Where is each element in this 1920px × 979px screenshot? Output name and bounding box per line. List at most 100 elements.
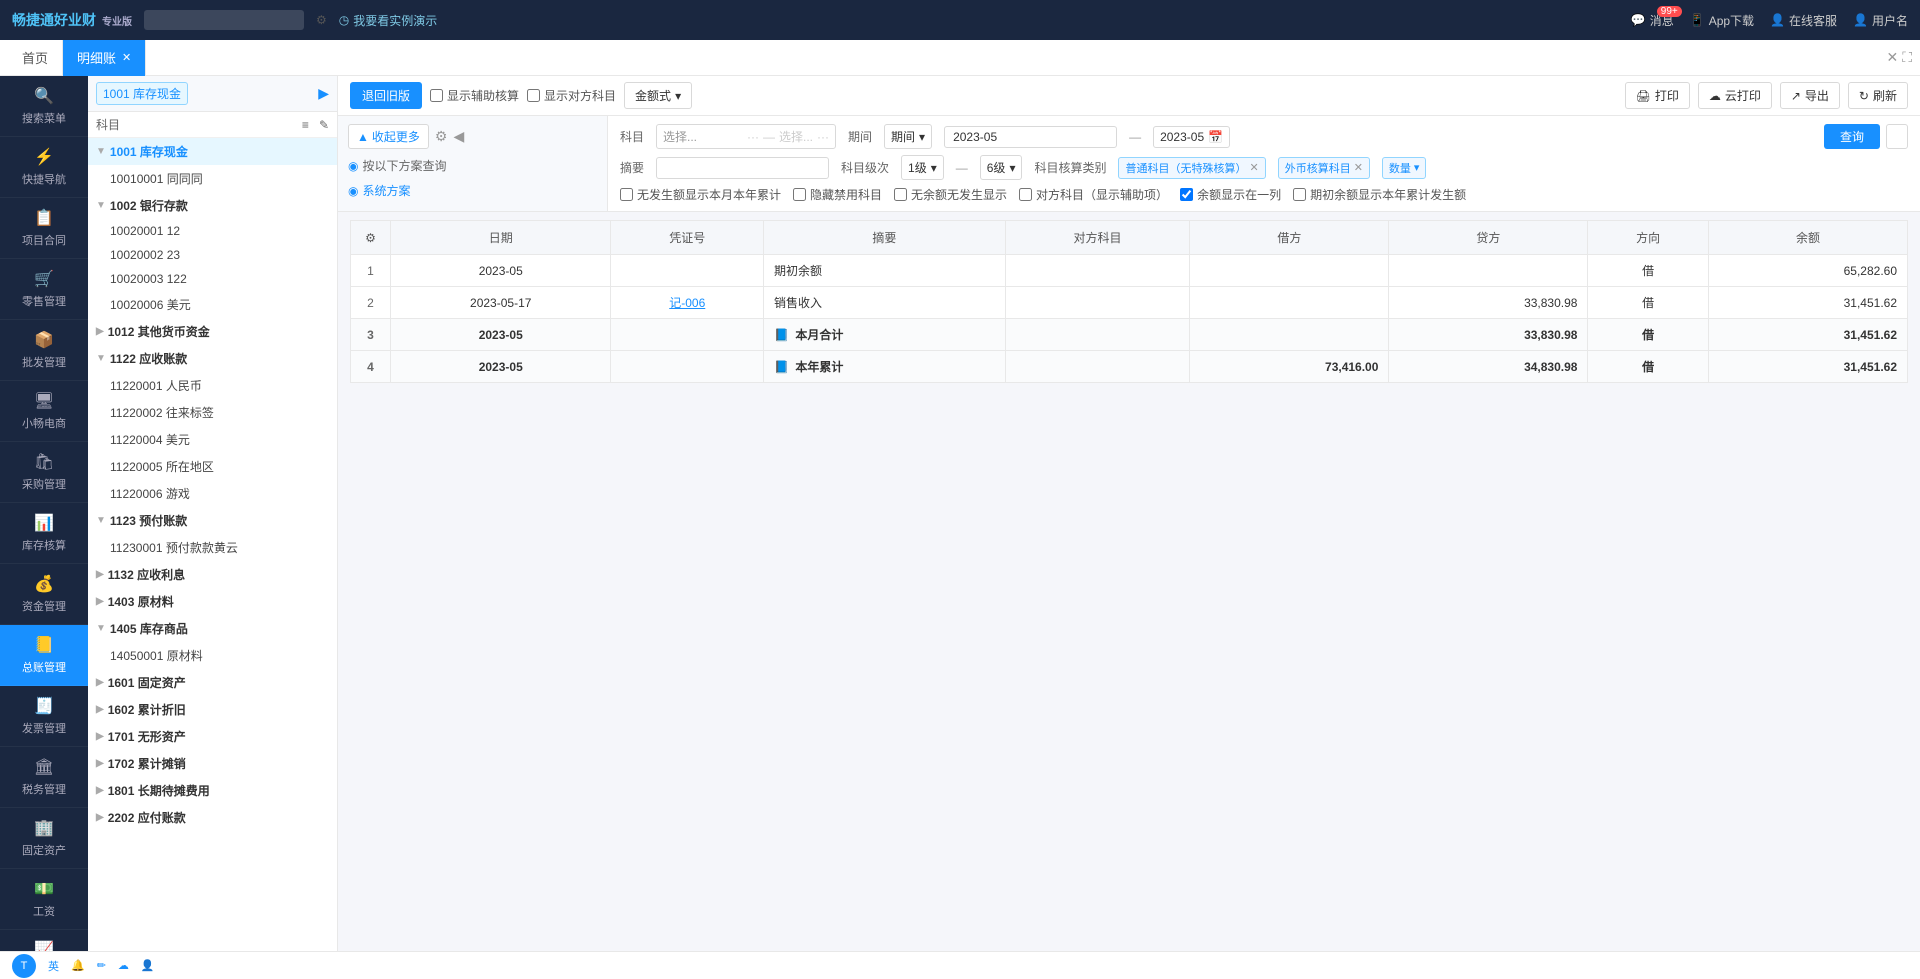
tree-item-1012[interactable]: ▶ 1012 其他货币资金 bbox=[88, 318, 337, 345]
show-aux-checkbox[interactable] bbox=[430, 89, 443, 102]
tab-bar: 首页 明细账 ✕ ✕ ⛶ bbox=[0, 40, 1920, 76]
tag-close-normal[interactable]: ✕ bbox=[1249, 161, 1258, 174]
app-download-btn[interactable]: 📱 App下载 bbox=[1690, 12, 1754, 29]
translate-btn[interactable]: T bbox=[12, 954, 36, 978]
cloud-sync-icon[interactable]: ☁ bbox=[118, 959, 129, 972]
checkbox-balance-one-col-input[interactable] bbox=[1180, 188, 1193, 201]
tree-item-11220004[interactable]: 11220004 美元 bbox=[88, 426, 337, 453]
tree-item-1123[interactable]: ▼ 1123 预付账款 bbox=[88, 507, 337, 534]
sidebar-item-finance[interactable]: 💰 资金管理 bbox=[0, 564, 88, 625]
query-btn[interactable]: 查询 bbox=[1824, 124, 1880, 149]
col-debit: 借方 bbox=[1190, 221, 1389, 255]
tab-home[interactable]: 首页 bbox=[8, 40, 63, 76]
expand-more-btn[interactable]: ▲ 收起更多 bbox=[348, 124, 429, 149]
messages-btn[interactable]: 💬 消息 99+ bbox=[1631, 12, 1674, 29]
notification-icon[interactable]: 🔔 bbox=[71, 959, 85, 972]
user-avatar[interactable]: 👤 用户名 bbox=[1853, 12, 1908, 29]
sidebar-item-inventory[interactable]: 📊 库存核算 bbox=[0, 503, 88, 564]
tree-header-list-icon[interactable]: ≡ bbox=[302, 118, 309, 132]
tree-item-11220006[interactable]: 11220006 游戏 bbox=[88, 480, 337, 507]
sidebar-item-tax[interactable]: 🏛 税务管理 bbox=[0, 747, 88, 808]
sidebar-item-quick-nav[interactable]: ⚡ 快捷导航 bbox=[0, 137, 88, 198]
tree-item-1601[interactable]: ▶ 1601 固定资产 bbox=[88, 669, 337, 696]
period-type-select[interactable]: 期间 ▾ bbox=[884, 124, 932, 149]
tree-item-1801[interactable]: ▶ 1801 长期待摊费用 bbox=[88, 777, 337, 804]
level-start-select[interactable]: 1级 ▾ bbox=[901, 155, 944, 180]
format-btn[interactable]: 金额式 ▾ bbox=[624, 82, 692, 109]
setting-btn[interactable] bbox=[1886, 124, 1908, 149]
tree-item-11220001[interactable]: 11220001 人民币 bbox=[88, 372, 337, 399]
sidebar-item-search[interactable]: 🔍 搜索菜单 bbox=[0, 76, 88, 137]
tree-item-1002[interactable]: ▼ 1002 银行存款 bbox=[88, 192, 337, 219]
refresh-btn[interactable]: ↻ 刷新 bbox=[1848, 82, 1908, 109]
checkbox-contra-input[interactable] bbox=[1019, 188, 1032, 201]
print-btn[interactable]: 🖨 打印 bbox=[1625, 82, 1690, 109]
tab-close-icon[interactable]: ✕ bbox=[122, 51, 131, 64]
subject-input[interactable]: 选择... ··· — 选择... ··· bbox=[656, 124, 836, 149]
end-date-input[interactable]: 2023-05 📅 bbox=[1153, 126, 1230, 148]
demo-link[interactable]: ◷ 我要看实例演示 bbox=[339, 12, 438, 29]
sidebar-item-ledger[interactable]: 📒 总账管理 bbox=[0, 625, 88, 686]
lang-btn[interactable]: 英 bbox=[48, 958, 59, 974]
cloud-print-btn[interactable]: ☁ 云打印 bbox=[1698, 82, 1772, 109]
tree-item-1122[interactable]: ▼ 1122 应收账款 bbox=[88, 345, 337, 372]
export-btn[interactable]: ↗ 导出 bbox=[1780, 82, 1840, 109]
checkbox-no-amount-input[interactable] bbox=[620, 188, 633, 201]
show-contra-checkbox[interactable] bbox=[527, 89, 540, 102]
data-table: ⚙ 日期 凭证号 摘要 对方科目 借方 贷方 方向 余额 1 bbox=[350, 220, 1908, 383]
nav-icon: ⚡ bbox=[34, 147, 54, 167]
summary-input[interactable] bbox=[656, 157, 829, 179]
account-nav-btn[interactable]: ▶ bbox=[318, 85, 329, 102]
tree-item-2202[interactable]: ▶ 2202 应付账款 bbox=[88, 804, 337, 831]
tree-item-10020003[interactable]: 10020003 122 bbox=[88, 267, 337, 291]
tree-item-1701[interactable]: ▶ 1701 无形资产 bbox=[88, 723, 337, 750]
tree-item-10010001[interactable]: 10010001 同同同 bbox=[88, 165, 337, 192]
sidebar-item-project[interactable]: 📋 项目合同 bbox=[0, 198, 88, 259]
tree-item-1602[interactable]: ▶ 1602 累计折旧 bbox=[88, 696, 337, 723]
tree-item-1001[interactable]: ▼ 1001 库存现金 bbox=[88, 138, 337, 165]
refresh-icon: ↻ bbox=[1859, 89, 1869, 103]
tree-item-1132[interactable]: ▶ 1132 应收利息 bbox=[88, 561, 337, 588]
settings-icon[interactable]: ⚙ bbox=[316, 13, 327, 27]
system-scheme[interactable]: ◉ 系统方案 bbox=[348, 182, 597, 199]
voucher-link-2[interactable]: 记-006 bbox=[669, 296, 705, 310]
sidebar-item-invoice[interactable]: 🧾 发票管理 bbox=[0, 686, 88, 747]
checkbox-hide-disabled-input[interactable] bbox=[793, 188, 806, 201]
export-icon: ↗ bbox=[1791, 89, 1801, 103]
tree-item-1405[interactable]: ▼ 1405 库存商品 bbox=[88, 615, 337, 642]
tag-close-forex[interactable]: ✕ bbox=[1354, 161, 1363, 174]
level-end-select[interactable]: 6级 ▾ bbox=[980, 155, 1023, 180]
sidebar-item-payroll[interactable]: 💵 工资 bbox=[0, 869, 88, 930]
account-header-label[interactable]: 1001 库存现金 bbox=[96, 82, 188, 105]
start-date-input[interactable] bbox=[944, 126, 1117, 148]
tree-item-11220002[interactable]: 11220002 往来标签 bbox=[88, 399, 337, 426]
checkbox-opening-balance-input[interactable] bbox=[1293, 188, 1306, 201]
row-voucher-2[interactable]: 记-006 bbox=[611, 287, 764, 319]
tree-item-10020002[interactable]: 10020002 23 bbox=[88, 243, 337, 267]
user-profile-icon[interactable]: 👤 bbox=[141, 959, 155, 972]
tree-item-10020001[interactable]: 10020001 12 bbox=[88, 219, 337, 243]
collapse-icon[interactable]: ◀ bbox=[453, 128, 464, 145]
checkbox-no-balance-input[interactable] bbox=[894, 188, 907, 201]
sidebar-item-wholesale[interactable]: 📦 批发管理 bbox=[0, 320, 88, 381]
tree-item-11230001[interactable]: 11230001 预付款款黄云 bbox=[88, 534, 337, 561]
settings-icon[interactable]: ⚙ bbox=[435, 128, 448, 145]
top-search-input[interactable] bbox=[144, 10, 304, 30]
col-settings[interactable]: ⚙ bbox=[351, 221, 391, 255]
sidebar-item-ecommerce[interactable]: 🖥 小畅电商 bbox=[0, 381, 88, 442]
tree-item-1702[interactable]: ▶ 1702 累计摊销 bbox=[88, 750, 337, 777]
tab-expand-btn[interactable]: ⛶ bbox=[1902, 49, 1912, 66]
tree-item-14050001[interactable]: 14050001 原材料 bbox=[88, 642, 337, 669]
sidebar-item-purchase[interactable]: 🛍 采购管理 bbox=[0, 442, 88, 503]
edit-icon[interactable]: ✏ bbox=[97, 959, 106, 972]
tree-item-10020006[interactable]: 10020006 美元 bbox=[88, 291, 337, 318]
tree-item-1403[interactable]: ▶ 1403 原材料 bbox=[88, 588, 337, 615]
online-service-btn[interactable]: 👤 在线客服 bbox=[1770, 12, 1837, 29]
tree-header-edit-icon[interactable]: ✎ bbox=[319, 118, 329, 132]
return-old-btn[interactable]: 退回旧版 bbox=[350, 82, 422, 109]
tab-detail[interactable]: 明细账 ✕ bbox=[63, 40, 146, 76]
tree-item-11220005[interactable]: 11220005 所在地区 bbox=[88, 453, 337, 480]
tab-close-btn[interactable]: ✕ bbox=[1886, 49, 1898, 66]
sidebar-item-retail[interactable]: 🛒 零售管理 bbox=[0, 259, 88, 320]
sidebar-item-assets[interactable]: 🏢 固定资产 bbox=[0, 808, 88, 869]
